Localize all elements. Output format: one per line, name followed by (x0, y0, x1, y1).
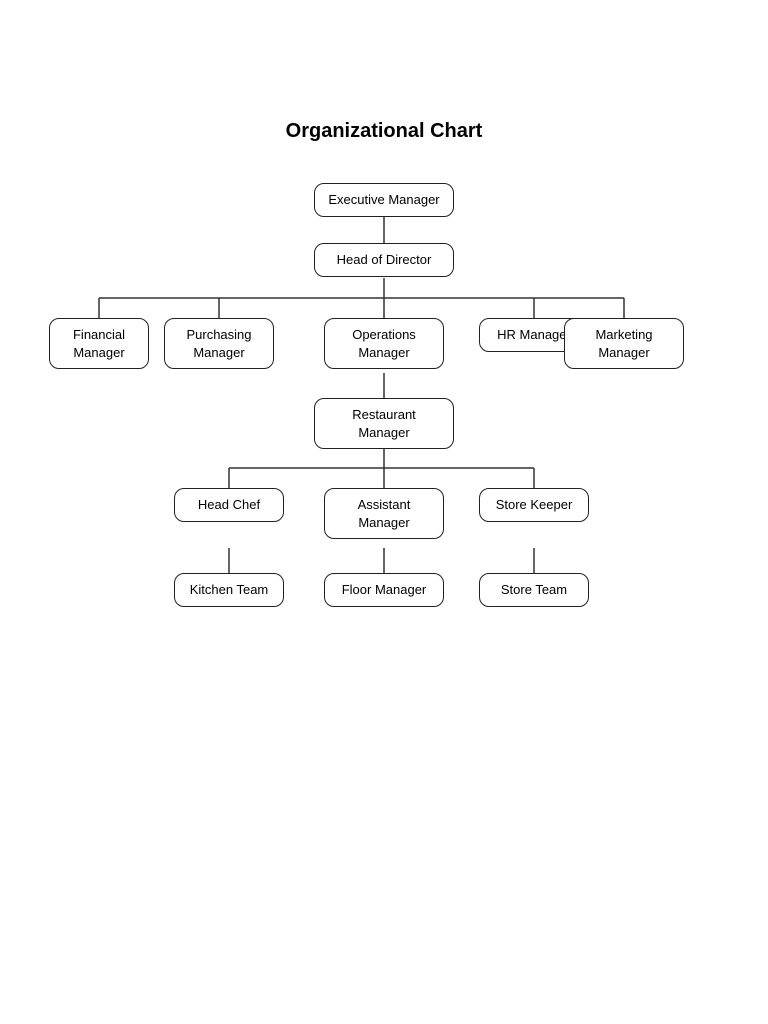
financial-manager-node: Financial Manager (49, 318, 149, 369)
executive-manager-node: Executive Manager (314, 183, 454, 217)
floor-manager-node: Floor Manager (324, 573, 444, 607)
head-chef-node: Head Chef (174, 488, 284, 522)
org-chart-container: Executive Manager Head of Director Finan… (44, 173, 724, 753)
operations-manager-node: Operations Manager (324, 318, 444, 369)
store-team-node: Store Team (479, 573, 589, 607)
restaurant-manager-node: Restaurant Manager (314, 398, 454, 449)
assistant-manager-node: Assistant Manager (324, 488, 444, 539)
marketing-manager-node: Marketing Manager (564, 318, 684, 369)
store-keeper-node: Store Keeper (479, 488, 589, 522)
page-title: Organizational Chart (286, 120, 483, 143)
kitchen-team-node: Kitchen Team (174, 573, 284, 607)
purchasing-manager-node: Purchasing Manager (164, 318, 274, 369)
head-of-director-node: Head of Director (314, 243, 454, 277)
